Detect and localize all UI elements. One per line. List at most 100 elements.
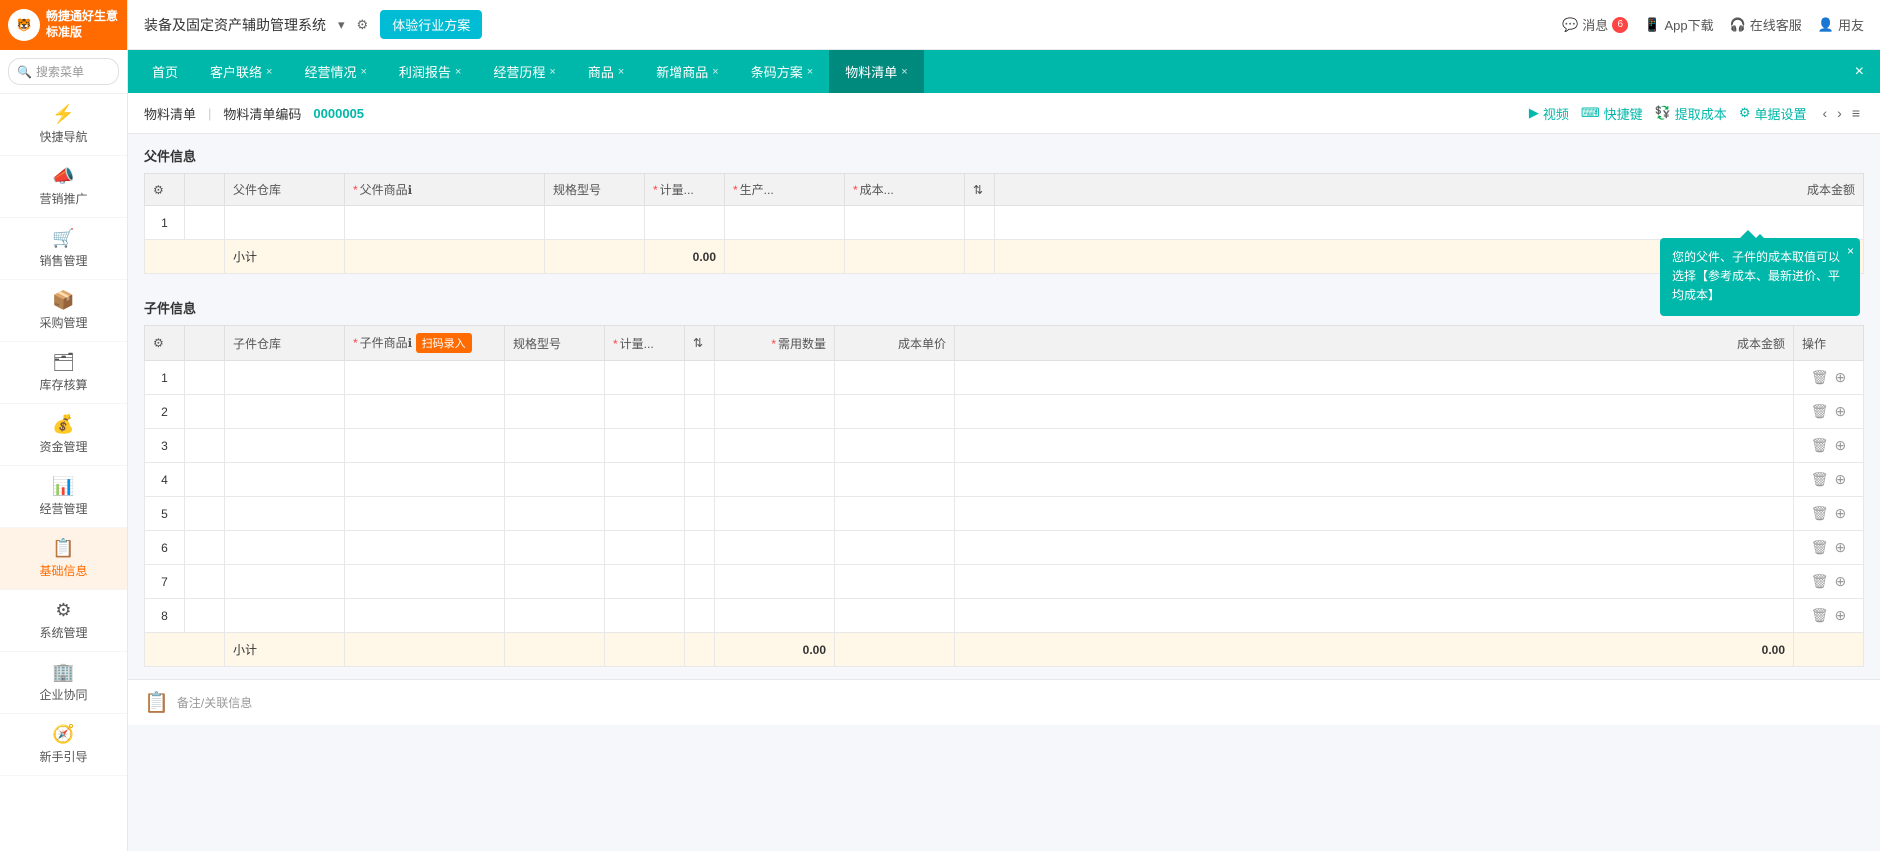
copy-icon[interactable]: ⊕ [1835,607,1847,624]
sidebar-item-operations[interactable]: 📊 经营管理 [0,466,127,528]
child-row-1-goods[interactable] [345,361,505,395]
user-icon: 👤 [1818,17,1834,33]
sidebar-logo: 🐯 畅捷通好生意 标准版 [0,0,127,50]
child-row-1-quantity[interactable] [715,361,835,395]
sidebar-item-sales[interactable]: 🛒 销售管理 [0,218,127,280]
parent-col-warehouse: 父件仓库 [225,174,345,206]
child-col-setting[interactable]: ⚙ [145,326,185,361]
sidebar-item-marketing[interactable]: 📣 营销推广 [0,156,127,218]
tab-bom[interactable]: 物料清单 × [829,50,923,93]
tab-operations-close[interactable]: × [360,66,366,78]
delete-icon[interactable]: 🗑 [1811,539,1829,556]
tab-customer-close[interactable]: × [266,66,272,78]
delete-icon[interactable]: 🗑 [1811,369,1829,386]
video-action[interactable]: ▶ 视频 [1529,104,1569,123]
parent-row-warehouse[interactable] [225,206,345,240]
copy-icon[interactable]: ⊕ [1835,539,1847,556]
delete-icon[interactable]: 🗑 [1811,505,1829,522]
tab-profit-close[interactable]: × [455,66,461,78]
parent-row-cost[interactable] [845,206,965,240]
online-service-button[interactable]: 🎧 在线客服 [1730,15,1802,34]
parent-col-unit: *计量... [645,174,725,206]
phone-icon: 📱 [1644,17,1660,33]
sidebar-item-quick-nav[interactable]: ⚡ 快捷导航 [0,94,127,156]
child-row-1-sort [685,361,715,395]
scan-button[interactable]: 扫码录入 [416,333,472,353]
copy-icon[interactable]: ⊕ [1835,369,1847,386]
cost-action[interactable]: 💱 提取成本 [1655,104,1727,123]
tab-barcode-close[interactable]: × [807,66,813,78]
tab-customer[interactable]: 客户联络 × [194,50,288,93]
child-row-2-warehouse[interactable] [225,395,345,429]
delete-icon[interactable]: 🗑 [1811,437,1829,454]
parent-row-unit[interactable] [645,206,725,240]
child-col-sort[interactable]: ⇅ [685,326,715,361]
tab-bom-close[interactable]: × [901,66,907,78]
delete-icon[interactable]: 🗑 [1811,573,1829,590]
sidebar-item-guide[interactable]: 🧭 新手引导 [0,714,127,776]
parent-row-production[interactable] [725,206,845,240]
close-all-tabs-button[interactable]: × [1847,63,1872,81]
child-row-1-warehouse[interactable] [225,361,345,395]
tab-profit[interactable]: 利润报告 × [383,50,477,93]
copy-icon[interactable]: ⊕ [1835,505,1847,522]
tab-biz-history[interactable]: 经营历程 × [477,50,571,93]
child-row-1-spec[interactable] [505,361,605,395]
sidebar-item-purchase[interactable]: 📦 采购管理 [0,280,127,342]
parent-subtotal-c3 [725,240,845,274]
tab-biz-history-close[interactable]: × [549,66,555,78]
tab-new-goods-close[interactable]: × [712,66,718,78]
app-download-button[interactable]: 📱 App下载 [1644,15,1713,34]
child-row-2-goods[interactable] [345,395,505,429]
sidebar-item-inventory[interactable]: 🗂 库存核算 [0,342,127,404]
system-title: 装备及固定资产辅助管理系统 [144,15,326,35]
message-button[interactable]: 💬 消息 6 [1562,15,1628,34]
child-col-spec: 规格型号 [505,326,605,361]
table-row: 3 🗑 ⊕ [145,429,1864,463]
dropdown-button[interactable]: ▾ [338,17,345,33]
bottom-bar[interactable]: 📋 备注/关联信息 [128,679,1880,725]
child-section: 子件信息 ⚙ 子件仓库 *子件商品ℹ 扫码录入 规格型号 *计量... [128,286,1880,679]
user-button[interactable]: 👤 用友 [1818,15,1864,34]
parent-row-goods[interactable] [345,206,545,240]
delete-icon[interactable]: 🗑 [1811,471,1829,488]
parent-table: ⚙ 父件仓库 *父件商品ℹ 规格型号 *计量... *生产... [144,173,1864,274]
tab-goods-close[interactable]: × [618,66,624,78]
copy-icon[interactable]: ⊕ [1835,403,1847,420]
operations-icon: 📊 [52,476,74,497]
delete-icon[interactable]: 🗑 [1811,403,1829,420]
parent-col-sort[interactable]: ⇅ [965,174,995,206]
header-right: 💬 消息 6 📱 App下载 🎧 在线客服 👤 用友 [1562,15,1864,34]
search-menu-button[interactable]: 🔍 搜索菜单 [8,58,119,85]
header-left: 装备及固定资产辅助管理系统 ▾ ⚙ 体验行业方案 [144,10,482,39]
inventory-icon: 🗂 [52,352,75,373]
nav-list-button[interactable]: ≡ [1848,103,1864,123]
delete-icon[interactable]: 🗑 [1811,607,1829,624]
copy-icon[interactable]: ⊕ [1835,437,1847,454]
copy-icon[interactable]: ⊕ [1835,471,1847,488]
sidebar-item-enterprise[interactable]: 🏢 企业协同 [0,652,127,714]
child-row-1-unit[interactable] [605,361,685,395]
doc-settings-action[interactable]: ⚙ 单据设置 [1739,104,1807,123]
parent-row-spec[interactable] [545,206,645,240]
settings-button[interactable]: ⚙ [357,17,369,33]
tab-new-goods[interactable]: 新增商品 × [640,50,734,93]
shortcut-action[interactable]: ⌨ 快捷键 [1581,104,1643,123]
trial-button[interactable]: 体验行业方案 [380,10,482,39]
page-code-value: 0000005 [313,106,364,121]
tab-goods[interactable]: 商品 × [572,50,640,93]
nav-next-button[interactable]: › [1833,103,1846,123]
copy-icon[interactable]: ⊕ [1835,573,1847,590]
tab-operations-status[interactable]: 经营情况 × [288,50,382,93]
sidebar-item-finance[interactable]: 💰 资金管理 [0,404,127,466]
sidebar-item-system[interactable]: ⚙ 系统管理 [0,590,127,652]
sidebar-search-area[interactable]: 🔍 搜索菜单 [0,50,127,94]
nav-prev-button[interactable]: ‹ [1818,103,1831,123]
child-row-1-unit-cost[interactable] [835,361,955,395]
parent-col-setting[interactable]: ⚙ [145,174,185,206]
sidebar-item-basic-info[interactable]: 📋 基础信息 [0,528,127,590]
tooltip-close-button[interactable]: × [1847,242,1854,261]
tab-home[interactable]: 首页 [136,50,194,93]
tab-barcode[interactable]: 条码方案 × [735,50,829,93]
page-code-label: 物料清单编码 [223,104,301,123]
